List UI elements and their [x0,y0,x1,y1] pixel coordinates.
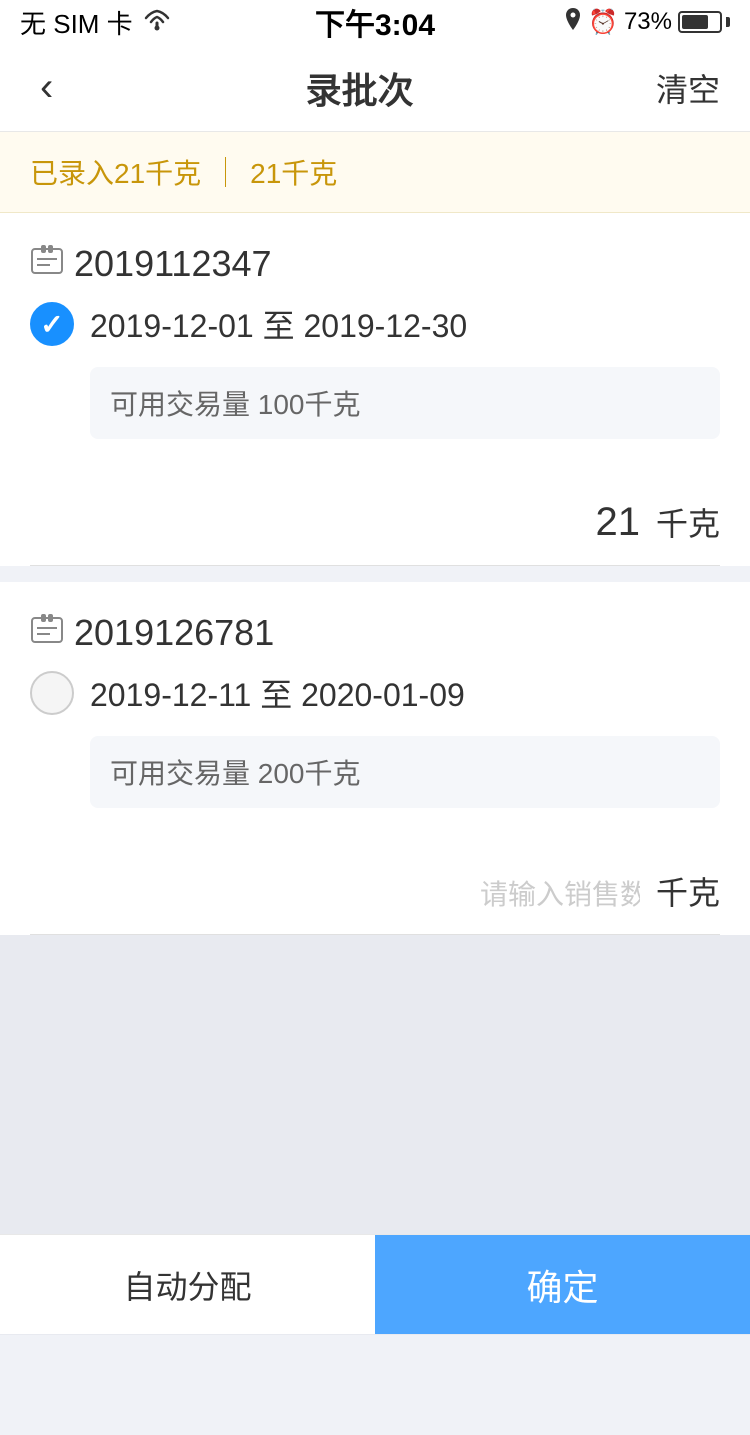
total-text: 21千克 [250,152,337,192]
batch-header-1: 2019112347 [30,243,720,285]
available-qty-1: 可用交易量 100千克 [90,367,720,439]
status-left: 无 SIM 卡 [20,4,173,41]
recorded-text: 已录入21千克 [30,152,201,192]
qty-unit-1: 千克 [656,499,720,545]
batch-number-2: 2019126781 [74,612,274,654]
clear-button[interactable]: 清空 [656,65,720,111]
batch-icon-1 [30,245,64,283]
status-right: ⏰ 73% [564,8,730,37]
nav-bar: ‹ 录批次 清空 [0,44,750,132]
batch-icon-2 [30,614,64,652]
location-icon [564,8,582,37]
batch-item-1: 2019112347 2019-12-01 至 2019-12-30 可用交易量… [0,213,750,479]
batch-date-row-1[interactable]: 2019-12-01 至 2019-12-30 [30,301,720,347]
footer: 自动分配 确定 [0,1234,750,1334]
batch-number-1: 2019112347 [74,243,272,285]
qty-unit-2: 千克 [656,868,720,914]
info-banner: 已录入21千克 21千克 [0,132,750,213]
batch-card-2: 2019126781 2019-12-11 至 2020-01-09 可用交易量… [0,582,750,935]
batch-card-1: 2019112347 2019-12-01 至 2019-12-30 可用交易量… [0,213,750,566]
qty-input-2[interactable] [480,869,640,914]
confirm-button[interactable]: 确定 [375,1235,750,1334]
alarm-icon: ⏰ [588,8,618,37]
section-separator [0,566,750,582]
radio-button-1[interactable] [30,302,74,346]
banner-divider [225,157,226,187]
back-button[interactable]: ‹ [30,55,63,120]
battery-icon [678,11,730,33]
battery-percent: 73% [624,8,672,36]
batch-date-2: 2019-12-11 至 2020-01-09 [90,670,465,716]
available-qty-2: 可用交易量 200千克 [90,736,720,808]
qty-input-1[interactable] [480,500,640,545]
status-time: 下午3:04 [315,0,435,44]
wifi-icon [141,7,173,38]
batch-date-row-2[interactable]: 2019-12-11 至 2020-01-09 [30,670,720,716]
auto-distribute-button[interactable]: 自动分配 [0,1235,375,1334]
batch-item-2: 2019126781 2019-12-11 至 2020-01-09 可用交易量… [0,582,750,848]
carrier-text: 无 SIM 卡 [20,4,133,41]
qty-row-2: 千克 [0,848,750,934]
batch-date-1: 2019-12-01 至 2019-12-30 [90,301,467,347]
batch-header-2: 2019126781 [30,612,720,654]
page-title: 录批次 [306,62,414,114]
qty-row-1: 千克 [0,479,750,565]
radio-button-2[interactable] [30,671,74,715]
status-bar: 无 SIM 卡 下午3:04 ⏰ 73% [0,0,750,44]
